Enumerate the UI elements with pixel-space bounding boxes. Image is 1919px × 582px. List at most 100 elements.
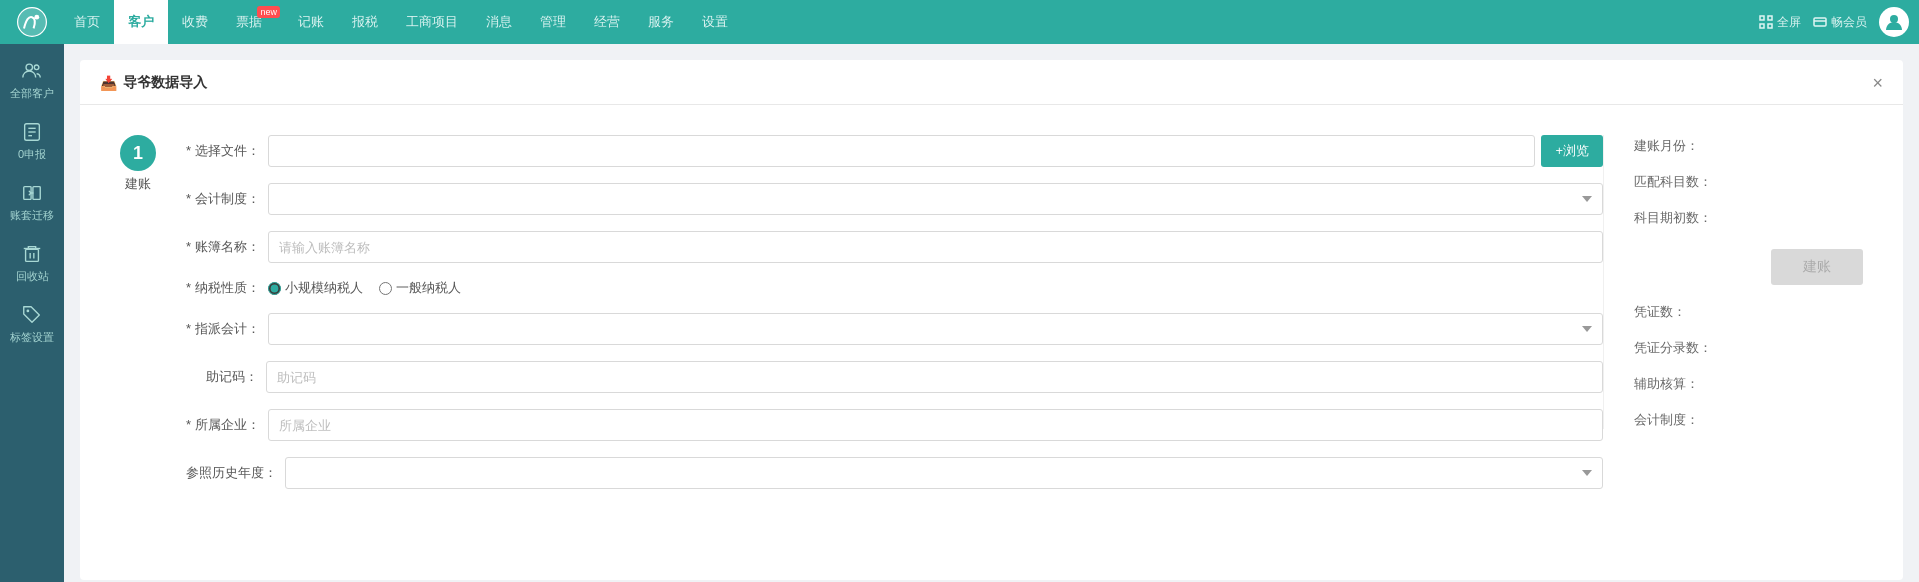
main-layout: 全部客户 0申报 账套迁移 [0, 44, 1919, 582]
ledger-label: * 账簿名称： [186, 238, 260, 256]
radio-group-tax: 小规模纳税人 一般纳税人 [268, 279, 1603, 297]
accounting-select[interactable] [268, 183, 1603, 215]
sidebar-item-all-customers[interactable]: 全部客户 [2, 52, 62, 109]
nav-right: 全屏 畅会员 [1759, 7, 1909, 37]
form-row-history: 参照历史年度： [186, 457, 1603, 489]
form-row-memo: 助记码： [186, 361, 1603, 393]
memo-input[interactable] [266, 361, 1603, 393]
form-section: 1 建账 * 选择文件： +浏览 [120, 135, 1603, 489]
info-accounting-label: 会计制度： [1634, 411, 1724, 429]
dialog-card: 📥 导爷数据导入 × 1 建账 * 选择文件： [80, 60, 1903, 580]
radio-small-taxpayer[interactable]: 小规模纳税人 [268, 279, 363, 297]
svg-rect-2 [1760, 16, 1764, 20]
fullscreen-button[interactable]: 全屏 [1759, 14, 1801, 31]
nav-items: 首页 客户 收费 票据 new 记账 报税 工商项目 消息 管理 经营 服务 设… [60, 0, 1759, 44]
avatar[interactable] [1879, 7, 1909, 37]
right-panel: 建账月份： 匹配科目数： 科目期初数： 建 [1603, 135, 1863, 489]
svg-rect-17 [26, 249, 39, 261]
info-match-label: 匹配科目数： [1634, 173, 1724, 191]
main-content: 📥 导爷数据导入 × 1 建账 * 选择文件： [64, 44, 1919, 582]
card-title: 📥 导爷数据导入 [100, 74, 207, 92]
top-navigation: 首页 客户 收费 票据 new 记账 报税 工商项目 消息 管理 经营 服务 设… [0, 0, 1919, 44]
info-row-voucher-entries: 凭证分录数： [1634, 339, 1863, 357]
step-indicator: 1 建账 [120, 135, 156, 489]
info-section: 建账月份： 匹配科目数： 科目期初数： 建 [1603, 135, 1863, 429]
card-body: 1 建账 * 选择文件： +浏览 [80, 105, 1903, 519]
svg-rect-6 [1814, 18, 1826, 26]
info-voucher-label: 凭证数： [1634, 303, 1724, 321]
form-row-company: * 所属企业： [186, 409, 1603, 441]
nav-item-settings[interactable]: 设置 [688, 0, 742, 44]
form-row-tax: * 纳税性质： 小规模纳税人 一般纳税人 [186, 279, 1603, 297]
memo-label: 助记码： [186, 368, 258, 386]
info-row-accounting-system: 会计制度： [1634, 411, 1863, 429]
svg-rect-3 [1768, 16, 1772, 20]
tax-label: * 纳税性质： [186, 279, 260, 297]
svg-point-8 [1890, 15, 1898, 23]
accountant-select[interactable] [268, 313, 1603, 345]
sidebar-item-zero-report[interactable]: 0申报 [2, 113, 62, 170]
file-input-wrapper: +浏览 [268, 135, 1603, 167]
svg-point-20 [27, 310, 30, 313]
info-row-voucher: 凭证数： [1634, 303, 1863, 321]
nav-item-invoice[interactable]: 票据 new [222, 0, 284, 44]
nav-item-tax[interactable]: 报税 [338, 0, 392, 44]
svg-point-10 [34, 65, 39, 70]
close-button[interactable]: × [1872, 74, 1883, 92]
sidebar-item-tag-settings[interactable]: 标签设置 [2, 296, 62, 353]
build-btn-area: 建账 [1634, 245, 1863, 285]
info-row-init: 科目期初数： [1634, 209, 1863, 227]
ledger-input[interactable] [268, 231, 1603, 263]
browse-button[interactable]: +浏览 [1541, 135, 1603, 167]
nav-item-home[interactable]: 首页 [60, 0, 114, 44]
history-label: 参照历史年度： [186, 464, 277, 482]
radio-general-taxpayer[interactable]: 一般纳税人 [379, 279, 461, 297]
sidebar-item-migrate[interactable]: 账套迁移 [2, 174, 62, 231]
info-aux-label: 辅助核算： [1634, 375, 1724, 393]
step-circle: 1 [120, 135, 156, 171]
company-label: * 所属企业： [186, 416, 260, 434]
svg-rect-15 [24, 187, 31, 200]
member-button[interactable]: 畅会员 [1813, 14, 1867, 31]
form-row-file: * 选择文件： +浏览 [186, 135, 1603, 167]
form-row-accountant: * 指派会计： [186, 313, 1603, 345]
svg-rect-5 [1768, 24, 1772, 28]
import-icon: 📥 [100, 75, 117, 91]
file-label: * 选择文件： [186, 142, 260, 160]
svg-point-1 [34, 15, 39, 20]
sidebar: 全部客户 0申报 账套迁移 [0, 44, 64, 582]
info-month-label: 建账月份： [1634, 137, 1724, 155]
form-area: * 选择文件： +浏览 * 会计制度： [186, 135, 1603, 489]
svg-point-0 [18, 8, 47, 37]
info-voucher-entries-label: 凭证分录数： [1634, 339, 1724, 357]
new-badge: new [257, 6, 280, 18]
file-input[interactable] [268, 135, 1536, 167]
nav-item-service[interactable]: 服务 [634, 0, 688, 44]
nav-item-bookkeeping[interactable]: 记账 [284, 0, 338, 44]
build-account-button[interactable]: 建账 [1771, 249, 1863, 285]
svg-rect-16 [33, 187, 40, 200]
info-row-month: 建账月份： [1634, 137, 1863, 155]
nav-item-business[interactable]: 工商项目 [392, 0, 472, 44]
info-row-match: 匹配科目数： [1634, 173, 1863, 191]
logo[interactable] [10, 0, 54, 44]
step-label: 建账 [125, 175, 151, 193]
info-init-label: 科目期初数： [1634, 209, 1724, 227]
form-row-ledger: * 账簿名称： [186, 231, 1603, 263]
nav-item-fees[interactable]: 收费 [168, 0, 222, 44]
sidebar-item-trash[interactable]: 回收站 [2, 235, 62, 292]
svg-rect-4 [1760, 24, 1764, 28]
accounting-label: * 会计制度： [186, 190, 260, 208]
company-input[interactable] [268, 409, 1603, 441]
svg-point-9 [26, 64, 32, 70]
nav-item-operation[interactable]: 经营 [580, 0, 634, 44]
nav-item-manage[interactable]: 管理 [526, 0, 580, 44]
form-row-accounting: * 会计制度： [186, 183, 1603, 215]
card-header: 📥 导爷数据导入 × [80, 60, 1903, 105]
nav-item-message[interactable]: 消息 [472, 0, 526, 44]
info-row-aux: 辅助核算： [1634, 375, 1863, 393]
accountant-label: * 指派会计： [186, 320, 260, 338]
dialog-title: 导爷数据导入 [123, 74, 207, 92]
nav-item-customer[interactable]: 客户 [114, 0, 168, 44]
history-select[interactable] [285, 457, 1603, 489]
